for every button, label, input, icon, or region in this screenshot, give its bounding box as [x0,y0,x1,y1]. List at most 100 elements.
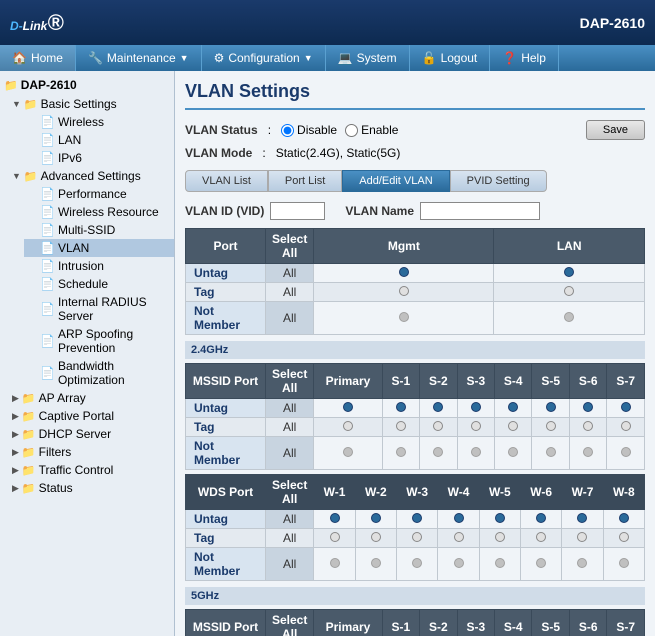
cell[interactable] [479,529,520,548]
cell[interactable] [355,510,396,529]
cell[interactable] [532,437,569,470]
row-all[interactable]: All [266,437,314,470]
cell[interactable] [438,529,479,548]
radio-enable[interactable]: Enable [345,123,398,137]
sidebar-item-advanced-settings[interactable]: ▼ 📁 Advanced Settings [8,167,174,185]
cell[interactable] [479,510,520,529]
nav-home[interactable]: 🏠 Home [0,45,76,71]
sidebar-item-ap-array[interactable]: ▶ 📁 AP Array [8,389,174,407]
sidebar-item-ipv6[interactable]: 📄 IPv6 [24,149,174,167]
row-notmember-mgmt[interactable] [314,302,494,335]
sidebar-item-lan[interactable]: 📄 LAN [24,131,174,149]
cell[interactable] [495,418,532,437]
cell[interactable] [562,529,603,548]
radio-disable[interactable]: Disable [281,123,337,137]
cell[interactable] [314,529,355,548]
row-notmember-all[interactable]: All [266,302,314,335]
sidebar-item-filters[interactable]: ▶ 📁 Filters [8,443,174,461]
cell[interactable] [382,418,419,437]
sidebar-item-multi-ssid[interactable]: 📄 Multi-SSID [24,221,174,239]
radio-disable-input[interactable] [281,124,294,137]
row-all[interactable]: All [266,399,314,418]
radio-enable-input[interactable] [345,124,358,137]
cell[interactable] [382,399,419,418]
cell[interactable] [314,399,382,418]
vlan-name-input[interactable] [420,202,540,220]
row-untag-all[interactable]: All [266,264,314,283]
sidebar-item-schedule[interactable]: 📄 Schedule [24,275,174,293]
cell[interactable] [495,437,532,470]
cell[interactable] [521,510,562,529]
row-all[interactable]: All [266,418,314,437]
cell[interactable] [569,437,606,470]
row-all[interactable]: All [266,510,314,529]
cell[interactable] [603,510,644,529]
cell[interactable] [532,418,569,437]
nav-configuration[interactable]: ⚙ Configuration ▼ [202,45,326,71]
vlan-id-input[interactable] [270,202,325,220]
tab-pvid-setting[interactable]: PVID Setting [450,170,547,192]
sidebar-item-bandwidth[interactable]: 📄 Bandwidth Optimization [24,357,174,389]
nav-help[interactable]: ❓ Help [490,45,559,71]
nav-maintenance[interactable]: 🔧 Maintenance ▼ [76,45,202,71]
cell[interactable] [457,437,494,470]
cell[interactable] [355,529,396,548]
cell[interactable] [479,548,520,581]
nav-logout[interactable]: 🔓 Logout [410,45,491,71]
cell[interactable] [314,548,355,581]
row-tag-lan[interactable] [494,283,645,302]
sidebar-item-dhcp-server[interactable]: ▶ 📁 DHCP Server [8,425,174,443]
cell[interactable] [438,510,479,529]
row-all[interactable]: All [266,529,314,548]
cell[interactable] [521,548,562,581]
cell[interactable] [382,437,419,470]
cell[interactable] [397,529,438,548]
row-untag-mgmt[interactable] [314,264,494,283]
nav-system[interactable]: 💻 System [326,45,410,71]
cell[interactable] [562,510,603,529]
sidebar-item-status[interactable]: ▶ 📁 Status [8,479,174,497]
row-tag-mgmt[interactable] [314,283,494,302]
cell[interactable] [569,399,606,418]
row-all[interactable]: All [266,548,314,581]
cell[interactable] [562,548,603,581]
cell[interactable] [495,399,532,418]
cell[interactable] [314,418,382,437]
tab-port-list[interactable]: Port List [268,170,342,192]
sidebar-item-performance[interactable]: 📄 Performance [24,185,174,203]
sidebar-item-radius[interactable]: 📄 Internal RADIUS Server [24,293,174,325]
sidebar-root[interactable]: 📁 DAP-2610 [0,75,174,95]
cell[interactable] [532,399,569,418]
cell[interactable] [314,437,382,470]
sidebar-item-wireless[interactable]: 📄 Wireless [24,113,174,131]
cell[interactable] [420,399,457,418]
cell[interactable] [607,437,645,470]
cell[interactable] [438,548,479,581]
tab-add-edit-vlan[interactable]: Add/Edit VLAN [342,170,449,192]
cell[interactable] [397,548,438,581]
sidebar-item-vlan[interactable]: 📄 VLAN [24,239,174,257]
cell[interactable] [569,418,606,437]
row-untag-lan[interactable] [494,264,645,283]
cell[interactable] [603,548,644,581]
cell[interactable] [355,548,396,581]
cell[interactable] [603,529,644,548]
cell[interactable] [607,399,645,418]
sidebar-item-wireless-resource[interactable]: 📄 Wireless Resource [24,203,174,221]
tab-vlan-list[interactable]: VLAN List [185,170,268,192]
cell[interactable] [420,418,457,437]
row-tag-all[interactable]: All [266,283,314,302]
cell[interactable] [397,510,438,529]
cell[interactable] [521,529,562,548]
sidebar-item-arp[interactable]: 📄 ARP Spoofing Prevention [24,325,174,357]
cell[interactable] [607,418,645,437]
sidebar-item-basic-settings[interactable]: ▼ 📁 Basic Settings [8,95,174,113]
row-notmember-lan[interactable] [494,302,645,335]
cell[interactable] [420,437,457,470]
sidebar-item-intrusion[interactable]: 📄 Intrusion [24,257,174,275]
sidebar-item-captive-portal[interactable]: ▶ 📁 Captive Portal [8,407,174,425]
save-button-top[interactable]: Save [586,120,645,140]
cell[interactable] [314,510,355,529]
cell[interactable] [457,399,494,418]
sidebar-item-traffic-control[interactable]: ▶ 📁 Traffic Control [8,461,174,479]
